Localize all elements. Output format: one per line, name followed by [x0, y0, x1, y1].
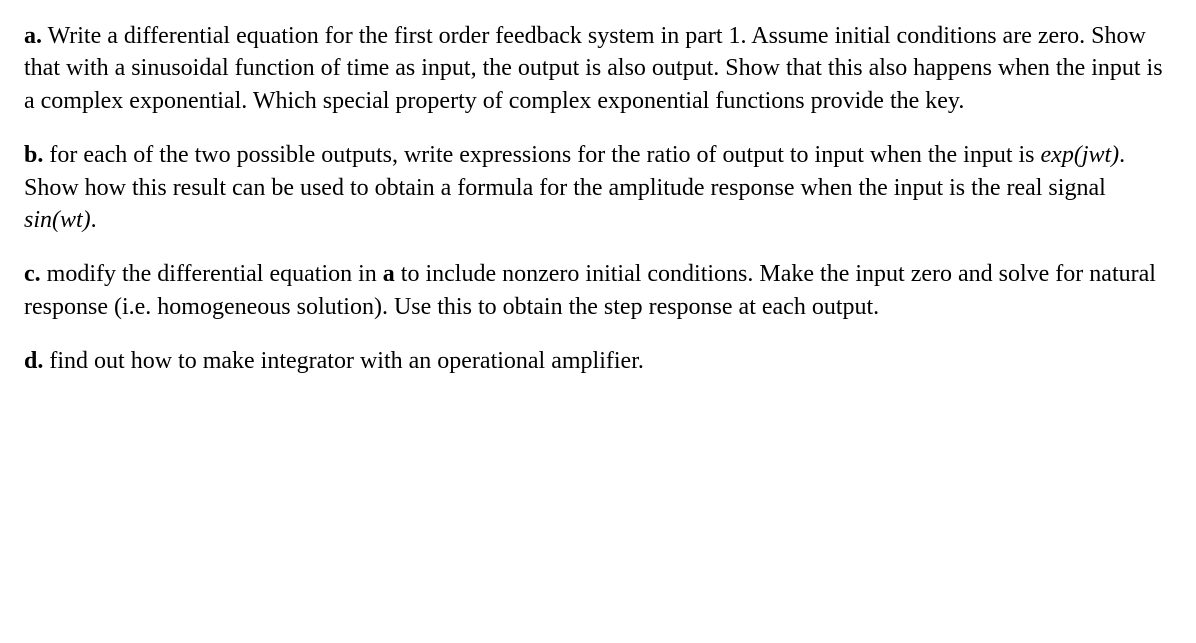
question-a: a. Write a differential equation for the… [24, 20, 1172, 117]
question-b-text-1: for each of the two possible outputs, wr… [43, 142, 1040, 168]
question-b-label: b. [24, 142, 43, 168]
question-d: d. find out how to make integrator with … [24, 345, 1172, 377]
question-b-math-2: sin(wt) [24, 207, 91, 233]
question-c-label: c. [24, 261, 41, 287]
question-c: c. modify the differential equation in a… [24, 258, 1172, 323]
question-b-math-1: exp(jwt) [1041, 142, 1120, 168]
question-d-text: find out how to make integrator with an … [43, 348, 644, 374]
question-a-label: a. [24, 23, 42, 49]
question-b: b. for each of the two possible outputs,… [24, 139, 1172, 236]
question-a-text: Write a differential equation for the fi… [24, 23, 1163, 114]
question-c-bold-a-ref: a [383, 261, 395, 287]
question-c-text-1: modify the differential equation in [41, 261, 383, 287]
question-b-text-3: . [91, 207, 97, 233]
question-d-label: d. [24, 348, 43, 374]
